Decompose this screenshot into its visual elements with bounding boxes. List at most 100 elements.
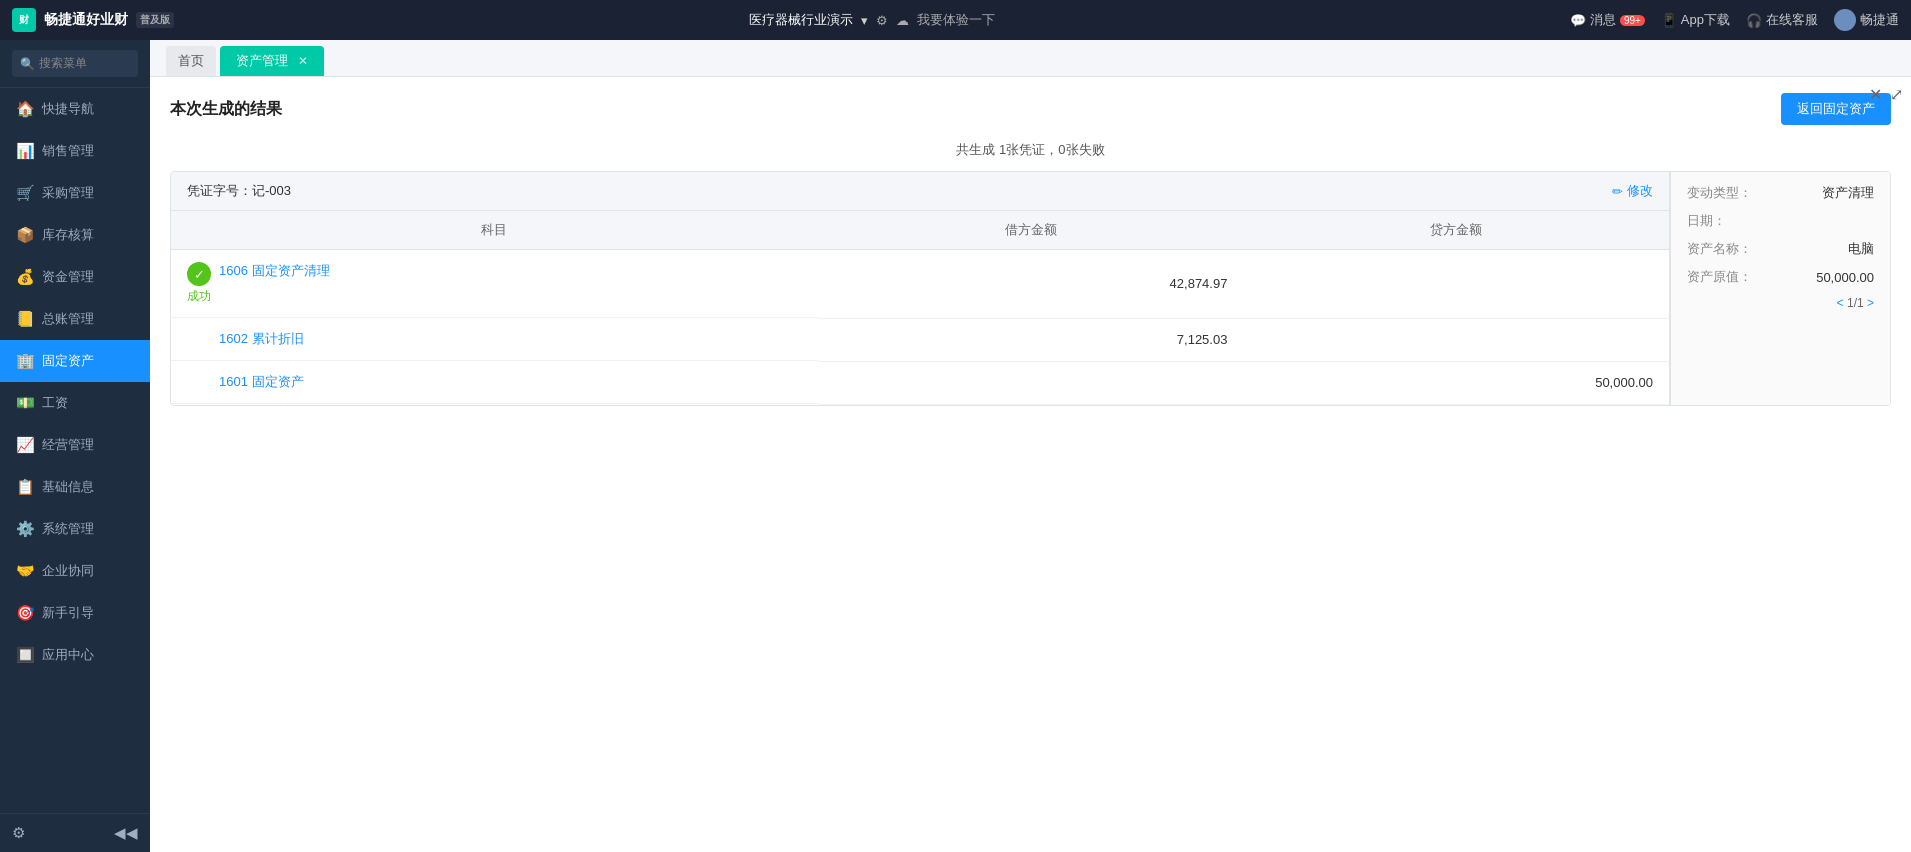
change-type-value: 资产清理 [1822, 184, 1874, 202]
row1-subject-cell: ✓ 成功 1606 固定资产清理 [171, 250, 818, 318]
sidebar-item-label: 固定资产 [42, 352, 94, 370]
sidebar-item-quick-nav[interactable]: 🏠 快捷导航 [0, 88, 150, 130]
voucher-header-bar: 凭证字号：记-003 ✏ 修改 [171, 172, 1669, 211]
sidebar-item-inventory[interactable]: 📦 库存核算 [0, 214, 150, 256]
sales-icon: 📊 [16, 142, 34, 160]
system-icon: ⚙️ [16, 520, 34, 538]
purchase-icon: 🛒 [16, 184, 34, 202]
close-btn[interactable]: ✕ [1869, 85, 1882, 104]
sidebar-item-fixed-assets[interactable]: 🏢 固定资产 [0, 340, 150, 382]
sidebar-item-operation[interactable]: 📈 经营管理 [0, 424, 150, 466]
message-action[interactable]: 💬 消息 99+ [1570, 11, 1645, 29]
user-avatar [1834, 9, 1856, 31]
sidebar-item-company-collab[interactable]: 🤝 企业协同 [0, 550, 150, 592]
dialog-controls: ✕ ⤢ [1869, 85, 1903, 104]
company-name: 医疗器械行业演示 [749, 11, 853, 29]
col-subject-header: 科目 [171, 211, 818, 250]
sidebar-item-label: 采购管理 [42, 184, 94, 202]
search-icon: 🔍 [20, 57, 35, 71]
page-info: 1/1 [1847, 296, 1867, 310]
collab-icon: 🤝 [16, 562, 34, 580]
sidebar-item-sales[interactable]: 📊 销售管理 [0, 130, 150, 172]
collapse-icon[interactable]: ◀◀ [114, 824, 138, 842]
sidebar-item-beginner[interactable]: 🎯 新手引导 [0, 592, 150, 634]
company-selector[interactable]: 医疗器械行业演示 ▾ ⚙ ☁ 我要体验一下 [749, 11, 995, 29]
settings-icon[interactable]: ⚙ [876, 13, 888, 28]
search-input[interactable]: 🔍 搜索菜单 [12, 50, 138, 77]
sidebar-item-label: 新手引导 [42, 604, 94, 622]
row2-debit: 7,125.03 [818, 318, 1244, 361]
subject-link-1602[interactable]: 1602 累计折旧 [219, 330, 304, 348]
home-icon: 🏠 [16, 100, 34, 118]
sidebar-item-label: 销售管理 [42, 142, 94, 160]
sidebar-item-label: 系统管理 [42, 520, 94, 538]
sidebar-item-system[interactable]: ⚙️ 系统管理 [0, 508, 150, 550]
sidebar-item-label: 资金管理 [42, 268, 94, 286]
tab-bar: 首页 资产管理 ✕ [150, 40, 1911, 77]
col-debit-header: 借方金额 [818, 211, 1244, 250]
sidebar-search-area: 🔍 搜索菜单 [0, 40, 150, 88]
voucher-table: 科目 借方金额 贷方金额 ✓ 成功 [171, 211, 1669, 405]
experience-btn[interactable]: 我要体验一下 [917, 11, 995, 29]
app-download-label: App下载 [1681, 11, 1730, 29]
sidebar-item-payroll[interactable]: 💵 工资 [0, 382, 150, 424]
change-type-label: 变动类型： [1687, 184, 1752, 202]
message-icon: 💬 [1570, 13, 1586, 28]
subject-link-1606[interactable]: 1606 固定资产清理 [219, 262, 330, 280]
inventory-icon: 📦 [16, 226, 34, 244]
tab-close-icon[interactable]: ✕ [298, 54, 308, 68]
asset-value-value: 50,000.00 [1816, 270, 1874, 285]
table-row: 1601 固定资产 50,000.00 [171, 361, 1669, 404]
sidebar-item-label: 经营管理 [42, 436, 94, 454]
search-placeholder: 搜索菜单 [39, 55, 87, 72]
service-icon: 🎧 [1746, 13, 1762, 28]
date-label: 日期： [1687, 212, 1726, 230]
asset-value-label: 资产原值： [1687, 268, 1752, 286]
sidebar-item-label: 总账管理 [42, 310, 94, 328]
tab-home[interactable]: 首页 [166, 46, 216, 76]
content-area: 首页 资产管理 ✕ ✕ ⤢ 本次生成的结果 返回固定资产 共生成 1张凭证，0张… [150, 40, 1911, 852]
asset-name-label: 资产名称： [1687, 240, 1752, 258]
page-prev[interactable]: < [1837, 296, 1844, 310]
table-row: 1602 累计折旧 7,125.03 [171, 318, 1669, 361]
success-label: 成功 [187, 288, 211, 305]
success-icon: ✓ [187, 262, 211, 286]
basic-info-icon: 📋 [16, 478, 34, 496]
expand-btn[interactable]: ⤢ [1890, 85, 1903, 104]
user-action[interactable]: 畅捷通 [1834, 9, 1899, 31]
sidebar-item-label: 应用中心 [42, 646, 94, 664]
header-actions: 💬 消息 99+ 📱 App下载 🎧 在线客服 畅捷通 [1570, 9, 1899, 31]
page-content: ✕ ⤢ 本次生成的结果 返回固定资产 共生成 1张凭证，0张失败 凭证字号：记-… [150, 77, 1911, 852]
row3-subject-cell: 1601 固定资产 [171, 361, 818, 404]
sidebar-item-label: 企业协同 [42, 562, 94, 580]
page-next[interactable]: > [1867, 296, 1874, 310]
table-row: ✓ 成功 1606 固定资产清理 42,874.97 [171, 250, 1669, 319]
settings-footer-icon[interactable]: ⚙ [12, 824, 25, 842]
sidebar-item-label: 快捷导航 [42, 100, 94, 118]
sidebar-item-ledger[interactable]: 📒 总账管理 [0, 298, 150, 340]
asset-name-row: 资产名称： 电脑 [1687, 240, 1874, 258]
fixed-assets-icon: 🏢 [16, 352, 34, 370]
status-cell: ✓ 成功 [187, 262, 211, 305]
sidebar-item-basic-info[interactable]: 📋 基础信息 [0, 466, 150, 508]
sidebar-item-purchase[interactable]: 🛒 采购管理 [0, 172, 150, 214]
subject-link-1601[interactable]: 1601 固定资产 [219, 373, 304, 391]
change-type-row: 变动类型： 资产清理 [1687, 184, 1874, 202]
edit-label: 修改 [1627, 182, 1653, 200]
edit-btn[interactable]: ✏ 修改 [1612, 182, 1653, 200]
download-icon: 📱 [1661, 13, 1677, 28]
col-credit-header: 贷方金额 [1243, 211, 1669, 250]
row1-credit [1243, 250, 1669, 319]
app-name: 畅捷通好业财 [44, 11, 128, 29]
row3-credit: 50,000.00 [1243, 361, 1669, 404]
app-download-action[interactable]: 📱 App下载 [1661, 11, 1730, 29]
logo-area: 财 畅捷通好业财 普及版 [12, 8, 174, 32]
tab-asset-management[interactable]: 资产管理 ✕ [220, 46, 324, 76]
online-service-action[interactable]: 🎧 在线客服 [1746, 11, 1818, 29]
pagination: < 1/1 > [1687, 296, 1874, 310]
voucher-no: 凭证字号：记-003 [187, 182, 291, 200]
fund-icon: 💰 [16, 268, 34, 286]
sidebar-item-fund[interactable]: 💰 资金管理 [0, 256, 150, 298]
asset-name-value: 电脑 [1848, 240, 1874, 258]
sidebar-item-app-center[interactable]: 🔲 应用中心 [0, 634, 150, 676]
